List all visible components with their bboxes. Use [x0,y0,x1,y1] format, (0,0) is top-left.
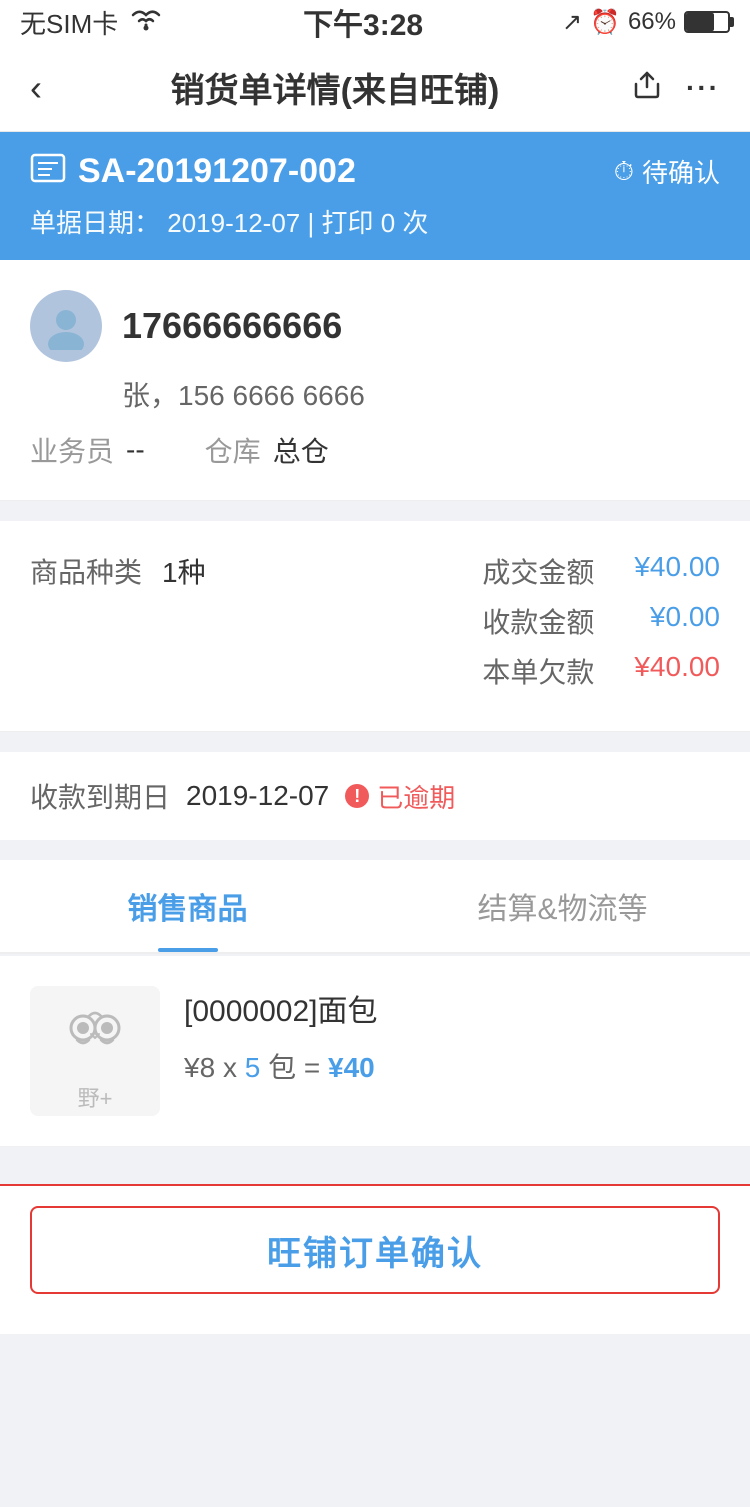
print-info: 打印 0 次 [321,208,428,238]
nav-actions: ··· [628,65,720,111]
product-price: ¥8 x 5 包 = ¥40 [184,1046,720,1086]
alarm-icon: ⏰ [590,8,620,37]
price-per-unit: ¥8 [184,1052,215,1083]
status-time: 下午3:28 [303,0,423,44]
received-row: 收款金额 ¥0.00 [482,601,720,641]
order-id: SA-20191207-002 [30,152,356,191]
received-value: ¥0.00 [650,601,720,641]
bottom-action-bar: 旺铺订单确认 [0,1184,750,1334]
amount-value: ¥40.00 [634,551,720,591]
warehouse-label: 仓库 [205,430,261,470]
total-price: ¥40 [328,1052,375,1083]
multiply-sign: x [223,1052,245,1083]
stats-section: 商品种类 1种 成交金额 ¥40.00 收款金额 ¥0.00 本单欠款 ¥40.… [0,521,750,732]
staff-value: -- [126,434,145,466]
warehouse-value: 总仓 [273,430,329,470]
order-date: 2019-12-07 [167,208,300,238]
owed-label: 本单欠款 [482,651,594,691]
due-section: 收款到期日 2019-12-07 ! 已逾期 [0,752,750,840]
quantity: 5 [245,1052,261,1083]
type-label: 商品种类 [30,551,142,591]
order-status: ⏱ 待确认 [614,153,720,190]
battery-percent: 66% [628,8,676,36]
tab-settlement-logistics[interactable]: 结算&物流等 [375,860,750,952]
customer-name: 张，156 6666 6666 [30,374,720,414]
location-icon: ↗ [562,8,582,37]
carrier-label: 无SIM卡 [20,4,118,41]
more-button[interactable]: ··· [686,72,720,104]
avatar [30,290,102,362]
battery-icon [684,11,730,33]
status-clock-icon: ⏱ [614,156,634,188]
unit: 包 [268,1052,296,1083]
status-right: ↗ ⏰ 66% [562,8,730,37]
separator: | [307,208,321,238]
order-id-text: SA-20191207-002 [78,152,356,191]
status-left: 无SIM卡 [20,4,164,41]
page-title: 销货单详情(来自旺铺) [171,63,500,112]
table-row: 野+ [0000002]面包 ¥8 x 5 包 = ¥40 [0,956,750,1147]
product-info: [0000002]面包 ¥8 x 5 包 = ¥40 [184,986,720,1116]
owed-row: 本单欠款 ¥40.00 [482,651,720,691]
confirm-order-button[interactable]: 旺铺订单确认 [30,1206,720,1294]
wifi-icon [128,5,164,40]
customer-phone: 17666666666 [122,305,342,347]
product-thumb-content: 野+ [55,990,135,1113]
tabs: 销售商品 结算&物流等 [0,860,750,954]
product-type-info: 商品种类 1种 [30,551,206,591]
overdue-badge: ! 已逾期 [345,778,455,815]
amount-label: 成交金额 [482,551,594,591]
warehouse-meta: 仓库 总仓 [205,430,329,470]
type-value: 1种 [162,551,206,591]
back-button[interactable]: ‹ [30,67,42,109]
owl-icon [55,990,135,1077]
amount-row: 成交金额 ¥40.00 [482,551,720,591]
share-button[interactable] [628,65,666,111]
status-text: 待确认 [642,153,720,190]
received-label: 收款金额 [482,601,594,641]
product-name: [0000002]面包 [184,986,720,1030]
nav-bar: ‹ 销货单详情(来自旺铺) ··· [0,44,750,132]
bottom-spacer [0,1347,750,1507]
equals-sign: = [304,1052,328,1083]
owed-value: ¥40.00 [634,651,720,691]
staff-meta: 业务员 -- [30,430,145,470]
product-list: 野+ [0000002]面包 ¥8 x 5 包 = ¥40 [0,956,750,1147]
product-thumbnail: 野+ [30,986,160,1116]
thumb-label: 野+ [55,1081,135,1113]
due-label: 收款到期日 [30,776,170,816]
order-header: SA-20191207-002 ⏱ 待确认 单据日期： 2019-12-07 |… [0,132,750,260]
date-label: 单据日期： [30,208,160,238]
due-date: 2019-12-07 [186,780,329,812]
warning-icon: ! [345,784,369,808]
overdue-text: 已逾期 [377,778,455,815]
customer-meta: 业务员 -- 仓库 总仓 [30,430,720,470]
financial-stats: 成交金额 ¥40.00 收款金额 ¥0.00 本单欠款 ¥40.00 [482,551,720,701]
order-date-line: 单据日期： 2019-12-07 | 打印 0 次 [30,203,720,240]
tab-sales-products[interactable]: 销售商品 [0,860,375,952]
status-bar: 无SIM卡 下午3:28 ↗ ⏰ 66% [0,0,750,44]
staff-label: 业务员 [30,430,114,470]
order-icon [30,153,66,190]
customer-card: 17666666666 张，156 6666 6666 业务员 -- 仓库 总仓 [0,260,750,501]
